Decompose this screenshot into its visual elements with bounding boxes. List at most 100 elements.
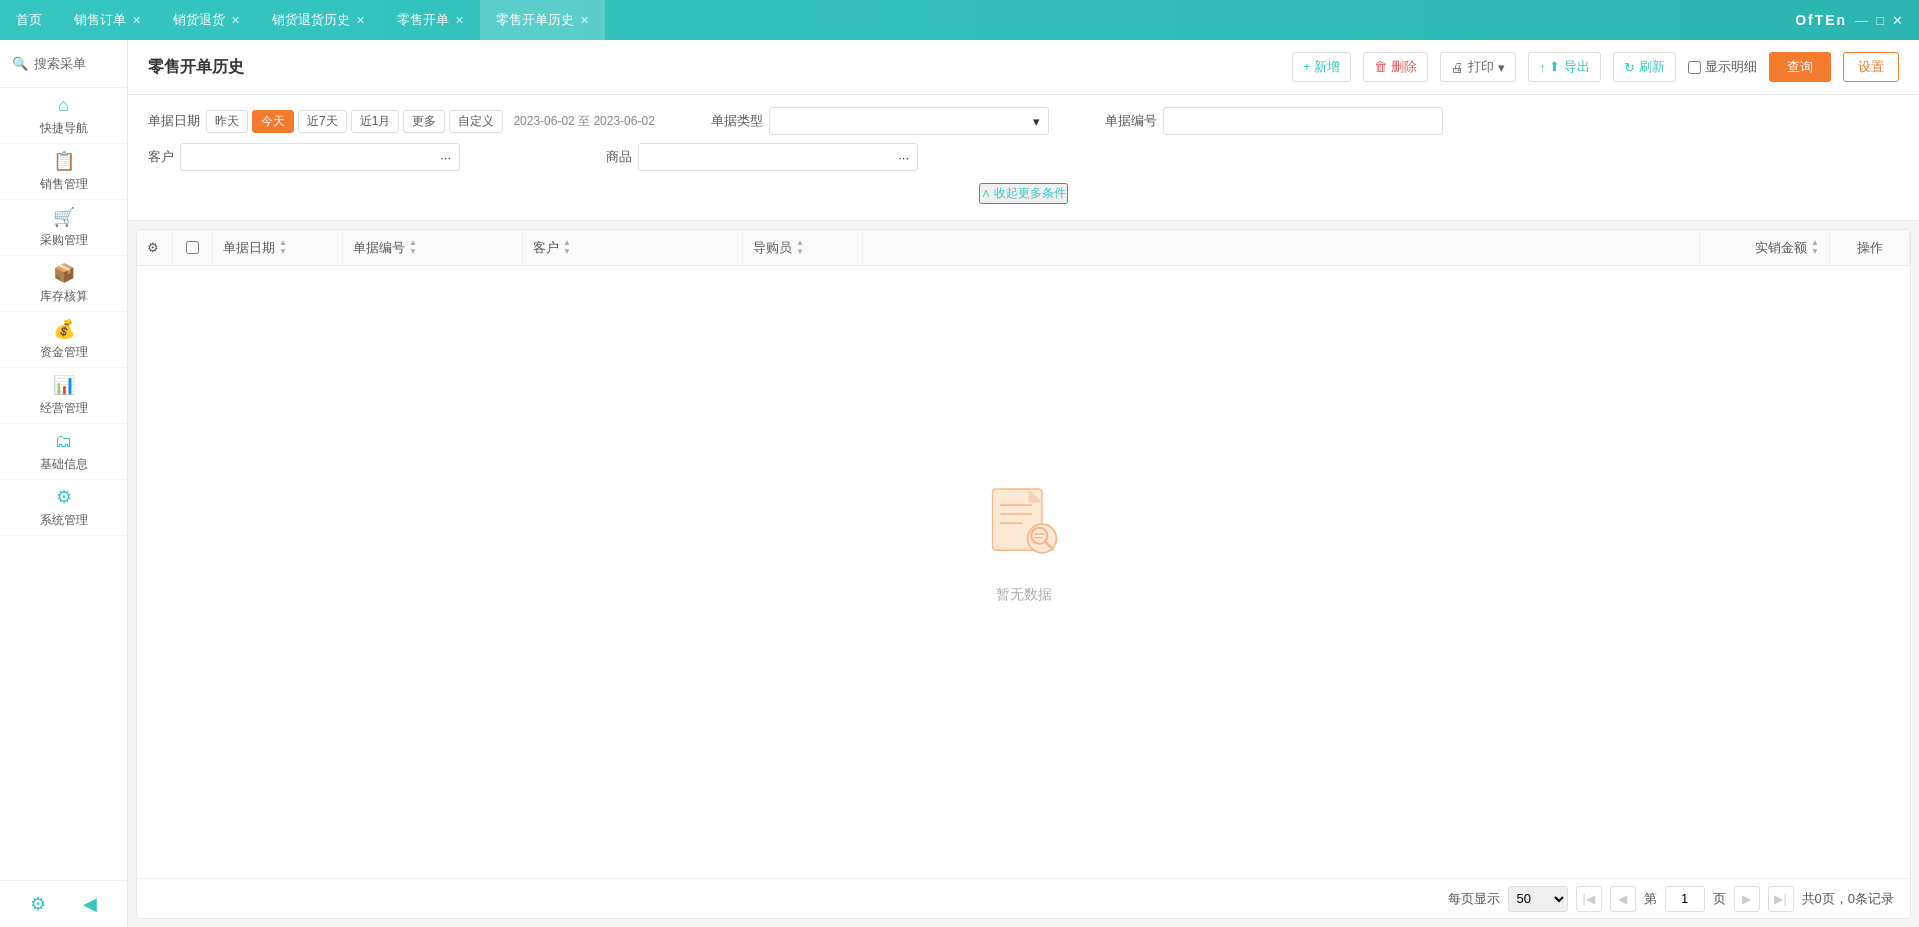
add-button[interactable]: + 新增 (1292, 52, 1351, 82)
customer-filter: 客户 ··· (148, 143, 460, 171)
top-nav-right: OfTEn — □ ✕ (1795, 12, 1919, 28)
tab-sales-order[interactable]: 销售订单 ✕ (58, 0, 157, 40)
number-sort-icons[interactable]: ▲ ▼ (409, 239, 417, 256)
date-yesterday[interactable]: 昨天 (206, 110, 248, 133)
goods-select[interactable]: ··· (638, 143, 918, 171)
more-conditions-row: ∧ 收起更多条件 (148, 179, 1899, 208)
th-date-label: 单据日期 (223, 239, 275, 257)
empty-text: 暂无数据 (996, 586, 1052, 604)
content-area: 零售开单历史 + 新增 🗑 删除 🖨 打印 ▾ ↑ ⬆ 导出 ↻ 刷新 (128, 40, 1919, 927)
sidebar-item-operations[interactable]: 📊 经营管理 (0, 368, 127, 424)
tab-home[interactable]: 首页 (0, 0, 58, 40)
brand-logo: OfTEn (1795, 12, 1847, 28)
th-customer[interactable]: 客户 ▲ ▼ (523, 230, 743, 265)
th-guide[interactable]: 导购员 ▲ ▼ (743, 230, 863, 265)
base-info-icon: 🗂 (55, 431, 73, 452)
doc-number-label: 单据编号 (1105, 112, 1157, 130)
sidebar-settings-icon[interactable]: ⚙ (30, 893, 46, 915)
sidebar-item-finance[interactable]: 💰 资金管理 (0, 312, 127, 368)
export-button[interactable]: ↑ ⬆ 导出 (1528, 52, 1601, 82)
page-input[interactable] (1665, 886, 1705, 912)
display-detail-checkbox[interactable]: 显示明细 (1688, 58, 1757, 76)
filter-panel: 单据日期 昨天 今天 近7天 近1月 更多 自定义 2023-06-02 至 2… (128, 95, 1919, 221)
sidebar-item-sales-mgmt[interactable]: 📋 销售管理 (0, 144, 127, 200)
tab-retail-open-history[interactable]: 零售开单历史 ✕ (480, 0, 605, 40)
th-number[interactable]: 单据编号 ▲ ▼ (343, 230, 523, 265)
customer-ellipsis: ··· (440, 150, 451, 165)
guide-sort-icons[interactable]: ▲ ▼ (796, 239, 804, 256)
th-operation-label: 操作 (1857, 239, 1883, 257)
total-text: 共0页，0条记录 (1802, 890, 1894, 908)
display-detail-label: 显示明细 (1705, 58, 1757, 76)
customer-sort-icons[interactable]: ▲ ▼ (563, 239, 571, 256)
tab-retail-open-history-label: 零售开单历史 (496, 11, 574, 29)
tab-retail-open[interactable]: 零售开单 ✕ (381, 0, 480, 40)
sidebar-item-purchase-mgmt[interactable]: 🛒 采购管理 (0, 200, 127, 256)
page-next-btn[interactable]: ▶ (1734, 886, 1760, 912)
print-label: 打印 (1468, 58, 1494, 76)
nav-tabs: 首页 销售订单 ✕ 销货退货 ✕ 销货退货历史 ✕ 零售开单 ✕ 零售开单历史 … (0, 0, 1795, 40)
page-prev-btn[interactable]: ◀ (1610, 886, 1636, 912)
tab-sales-order-close[interactable]: ✕ (132, 14, 141, 27)
amount-sort-icons[interactable]: ▲ ▼ (1811, 239, 1819, 256)
date-today[interactable]: 今天 (252, 110, 294, 133)
tab-sales-return-history[interactable]: 销货退货历史 ✕ (256, 0, 381, 40)
sidebar-item-sys-mgmt[interactable]: ⚙ 系统管理 (0, 480, 127, 536)
query-button[interactable]: 查询 (1769, 52, 1831, 82)
page-first-btn[interactable]: |◀ (1576, 886, 1602, 912)
home-icon: ⌂ (58, 95, 69, 116)
page-size-select[interactable]: 20 50 100 (1508, 886, 1568, 912)
date-more[interactable]: 更多 (403, 110, 445, 133)
sidebar-search-label: 搜索采单 (34, 55, 86, 73)
tab-retail-open-close[interactable]: ✕ (455, 14, 464, 27)
date-custom[interactable]: 自定义 (449, 110, 503, 133)
window-minimize[interactable]: — (1855, 13, 1868, 28)
page-size-label: 每页显示 (1448, 890, 1500, 908)
th-amount[interactable]: 实销金额 ▲ ▼ (1700, 230, 1830, 265)
page-label-post: 页 (1713, 890, 1726, 908)
date-sort-icons[interactable]: ▲ ▼ (279, 239, 287, 256)
sidebar-search[interactable]: 🔍 搜索采单 (0, 40, 127, 88)
finance-icon: 💰 (53, 318, 75, 340)
th-settings[interactable]: ⚙ (137, 230, 173, 265)
sidebar-item-sales-mgmt-label: 销售管理 (40, 176, 88, 193)
doc-number-input[interactable] (1163, 107, 1443, 135)
table-settings-icon[interactable]: ⚙ (147, 240, 159, 255)
refresh-label: 刷新 (1639, 58, 1665, 76)
window-maximize[interactable]: □ (1876, 13, 1884, 28)
customer-select[interactable]: ··· (180, 143, 460, 171)
sidebar-item-quick-nav[interactable]: ⌂ 快捷导航 (0, 88, 127, 144)
tab-sales-return-close[interactable]: ✕ (231, 14, 240, 27)
doc-type-select[interactable]: ▾ (769, 107, 1049, 135)
sales-icon: 📋 (53, 150, 75, 172)
page-last-btn[interactable]: ▶| (1768, 886, 1794, 912)
settings-button[interactable]: 设置 (1843, 52, 1899, 82)
select-all-checkbox[interactable] (186, 241, 199, 254)
date-filter: 单据日期 昨天 今天 近7天 近1月 更多 自定义 2023-06-02 至 2… (148, 110, 655, 133)
th-number-label: 单据编号 (353, 239, 405, 257)
display-detail-input[interactable] (1688, 61, 1701, 74)
table-header: ⚙ 单据日期 ▲ ▼ 单据编号 ▲ ▼ (137, 230, 1910, 266)
sidebar-bottom: ⚙ ◀ (0, 880, 127, 927)
th-checkbox (173, 230, 213, 265)
sidebar-item-base-info[interactable]: 🗂 基础信息 (0, 424, 127, 480)
date-7days[interactable]: 近7天 (298, 110, 347, 133)
delete-button[interactable]: 🗑 删除 (1363, 52, 1428, 82)
refresh-button[interactable]: ↻ 刷新 (1613, 52, 1676, 82)
window-controls: — □ ✕ (1855, 13, 1903, 28)
sidebar-item-inventory[interactable]: 📦 库存核算 (0, 256, 127, 312)
th-amount-label: 实销金额 (1755, 239, 1807, 257)
operations-icon: 📊 (53, 374, 75, 396)
page-title: 零售开单历史 (148, 57, 244, 78)
tab-sales-return[interactable]: 销货退货 ✕ (157, 0, 256, 40)
date-buttons-group: 昨天 今天 近7天 近1月 更多 自定义 (206, 110, 503, 133)
print-button[interactable]: 🖨 打印 ▾ (1440, 52, 1516, 82)
collapse-more-btn[interactable]: ∧ 收起更多条件 (979, 183, 1068, 204)
window-close[interactable]: ✕ (1892, 13, 1903, 28)
tab-sales-return-history-close[interactable]: ✕ (356, 14, 365, 27)
date-1month[interactable]: 近1月 (351, 110, 400, 133)
tab-retail-open-history-close[interactable]: ✕ (580, 14, 589, 27)
sidebar-collapse-icon[interactable]: ◀ (83, 893, 97, 915)
search-icon: 🔍 (12, 56, 28, 71)
th-date[interactable]: 单据日期 ▲ ▼ (213, 230, 343, 265)
